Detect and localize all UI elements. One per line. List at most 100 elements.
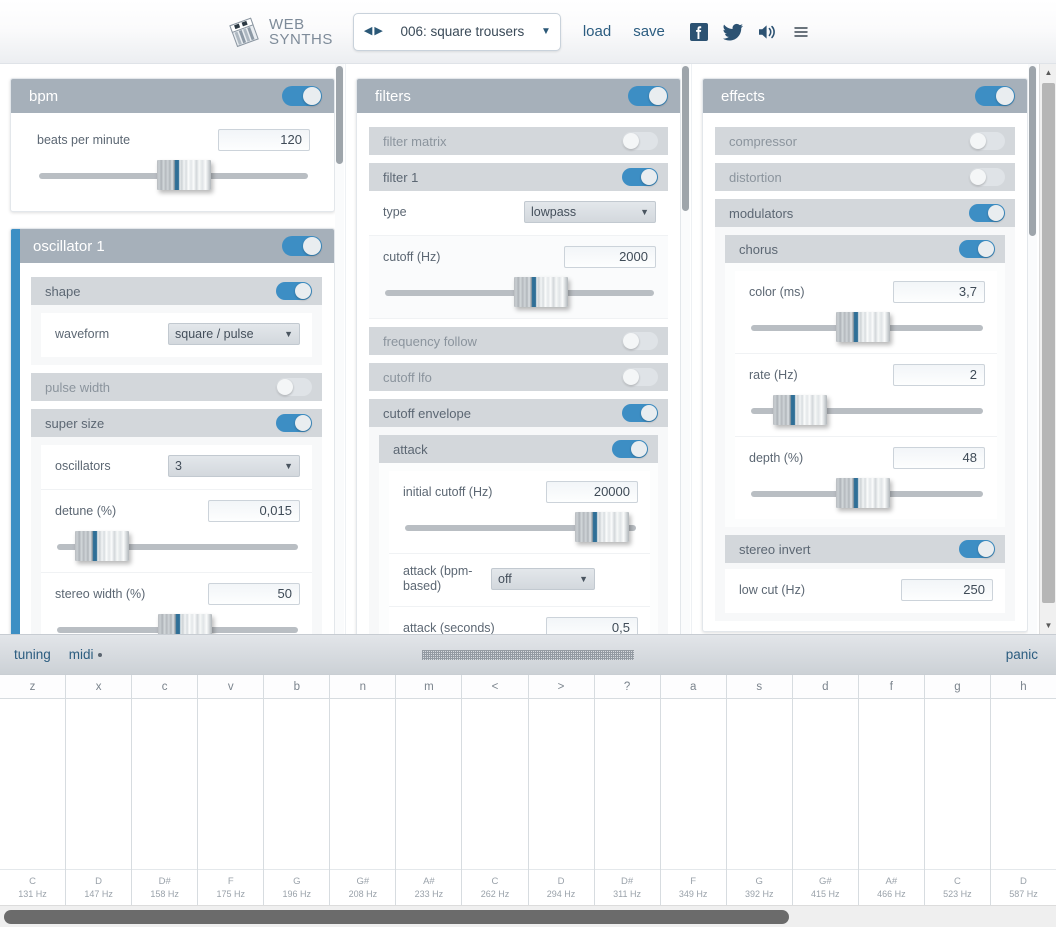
- section-cutoff-lfo-toggle[interactable]: [622, 368, 658, 386]
- section-distortion-toggle[interactable]: [969, 168, 1005, 186]
- piano-key[interactable]: m A# 233 Hz: [396, 675, 463, 905]
- tuning-button[interactable]: tuning: [14, 647, 51, 662]
- slider-handle[interactable]: [514, 277, 569, 307]
- section-chorus-header[interactable]: chorus: [725, 235, 1005, 263]
- piano-key-surface[interactable]: [661, 699, 726, 869]
- piano-key[interactable]: a F 349 Hz: [660, 675, 727, 905]
- piano-key[interactable]: < C 262 Hz: [462, 675, 529, 905]
- section-filter-matrix-header[interactable]: filter matrix: [369, 127, 668, 155]
- piano-key-surface[interactable]: [793, 699, 858, 869]
- section-modulators-header[interactable]: modulators: [715, 199, 1015, 227]
- piano-key-surface[interactable]: [727, 699, 792, 869]
- initial-cutoff-slider[interactable]: [403, 509, 638, 542]
- panel-oscillator-1-toggle[interactable]: [282, 236, 322, 256]
- slider-handle[interactable]: [836, 478, 891, 508]
- column-scrollbar-left[interactable]: [335, 64, 344, 634]
- piano-key-surface[interactable]: [595, 699, 660, 869]
- cutoff-input[interactable]: 2000: [564, 246, 656, 268]
- column-scrollbar-right[interactable]: [1028, 64, 1037, 634]
- scrollbar-thumb[interactable]: [4, 910, 789, 924]
- section-cutoff-envelope-header[interactable]: cutoff envelope: [369, 399, 668, 427]
- section-filter-1-header[interactable]: filter 1: [369, 163, 668, 191]
- facebook-icon[interactable]: [689, 22, 709, 42]
- panel-effects-toggle[interactable]: [975, 86, 1015, 106]
- slider-handle[interactable]: [157, 614, 212, 634]
- piano-key-surface[interactable]: [859, 699, 924, 869]
- speaker-icon[interactable]: [757, 22, 779, 42]
- rate-input[interactable]: 2: [893, 364, 985, 386]
- section-filter-1-toggle[interactable]: [622, 168, 658, 186]
- section-filter-matrix-toggle[interactable]: [622, 132, 658, 150]
- detune-input[interactable]: 0,015: [208, 500, 300, 522]
- piano-key[interactable]: x D 147 Hz: [66, 675, 133, 905]
- low-cut-input[interactable]: 250: [901, 579, 993, 601]
- detune-slider[interactable]: [55, 528, 300, 561]
- piano-key[interactable]: n G# 208 Hz: [330, 675, 397, 905]
- piano-key-surface[interactable]: [264, 699, 329, 869]
- beats-per-minute-input[interactable]: 120: [218, 129, 310, 151]
- section-shape-toggle[interactable]: [276, 282, 312, 300]
- section-cutoff-lfo-header[interactable]: cutoff lfo: [369, 363, 668, 391]
- piano-key-surface[interactable]: [396, 699, 461, 869]
- app-logo[interactable]: WEB SYNTHS: [228, 15, 333, 49]
- section-compressor-header[interactable]: compressor: [715, 127, 1015, 155]
- piano-key[interactable]: s G 392 Hz: [726, 675, 793, 905]
- section-super-size-header[interactable]: super size: [31, 409, 322, 437]
- stereo-width-slider[interactable]: [55, 611, 300, 634]
- stereo-width-input[interactable]: 50: [208, 583, 300, 605]
- panel-filters-toggle[interactable]: [628, 86, 668, 106]
- initial-cutoff-input[interactable]: 20000: [546, 481, 638, 503]
- depth-input[interactable]: 48: [893, 447, 985, 469]
- piano-key-surface[interactable]: [330, 699, 395, 869]
- section-frequency-follow-toggle[interactable]: [622, 332, 658, 350]
- load-button[interactable]: load: [583, 23, 611, 40]
- piano-key[interactable]: > D 294 Hz: [528, 675, 595, 905]
- panic-button[interactable]: panic: [1006, 647, 1038, 662]
- rate-slider[interactable]: [749, 392, 985, 425]
- depth-slider[interactable]: [749, 475, 985, 508]
- scroll-up-arrow-icon[interactable]: ▲: [1040, 64, 1056, 81]
- slider-handle[interactable]: [574, 512, 629, 542]
- piano-key-surface[interactable]: [132, 699, 197, 869]
- scrollbar-thumb[interactable]: [1042, 83, 1055, 603]
- filter-type-select[interactable]: lowpass ▼: [524, 201, 656, 223]
- color-slider[interactable]: [749, 309, 985, 342]
- waveform-select[interactable]: square / pulse ▼: [168, 323, 300, 345]
- piano-key-surface[interactable]: [0, 699, 65, 869]
- prev-arrow-icon[interactable]: ◀: [363, 26, 373, 37]
- piano-key[interactable]: h D 587 Hz: [990, 675, 1056, 905]
- piano-key[interactable]: v F 175 Hz: [198, 675, 265, 905]
- beats-per-minute-slider[interactable]: [37, 157, 310, 190]
- save-button[interactable]: save: [633, 23, 665, 40]
- section-cutoff-envelope-toggle[interactable]: [622, 404, 658, 422]
- section-stereo-invert-toggle[interactable]: [959, 540, 995, 558]
- piano-key[interactable]: f A# 466 Hz: [858, 675, 925, 905]
- section-chorus-toggle[interactable]: [959, 240, 995, 258]
- section-pulse-width-toggle[interactable]: [276, 378, 312, 396]
- section-attack-toggle[interactable]: [612, 440, 648, 458]
- slider-handle[interactable]: [157, 160, 212, 190]
- piano-key[interactable]: z C 131 Hz: [0, 675, 67, 905]
- piano-key-surface[interactable]: [925, 699, 990, 869]
- piano-key[interactable]: g C 523 Hz: [924, 675, 991, 905]
- next-arrow-icon[interactable]: ▶: [373, 26, 383, 37]
- section-compressor-toggle[interactable]: [969, 132, 1005, 150]
- twitter-icon[interactable]: [722, 22, 744, 42]
- color-input[interactable]: 3,7: [893, 281, 985, 303]
- slider-handle[interactable]: [836, 312, 891, 342]
- section-modulators-toggle[interactable]: [969, 204, 1005, 222]
- section-pulse-width-header[interactable]: pulse width: [31, 373, 322, 401]
- piano-key[interactable]: c D# 158 Hz: [132, 675, 199, 905]
- section-distortion-header[interactable]: distortion: [715, 163, 1015, 191]
- preset-selector[interactable]: ◀ ▶ 006: square trousers ▼: [352, 12, 561, 51]
- midi-button[interactable]: midi: [69, 647, 94, 662]
- attack-seconds-input[interactable]: 0,5: [546, 617, 638, 634]
- section-frequency-follow-header[interactable]: frequency follow: [369, 327, 668, 355]
- section-stereo-invert-header[interactable]: stereo invert: [725, 535, 1005, 563]
- oscillators-select[interactable]: 3 ▼: [168, 455, 300, 477]
- column-scrollbar-middle[interactable]: [681, 64, 690, 634]
- page-vertical-scrollbar[interactable]: ▲ ▼: [1039, 64, 1056, 634]
- hamburger-menu-icon[interactable]: [792, 23, 810, 41]
- section-super-size-toggle[interactable]: [276, 414, 312, 432]
- section-attack-header[interactable]: attack: [379, 435, 658, 463]
